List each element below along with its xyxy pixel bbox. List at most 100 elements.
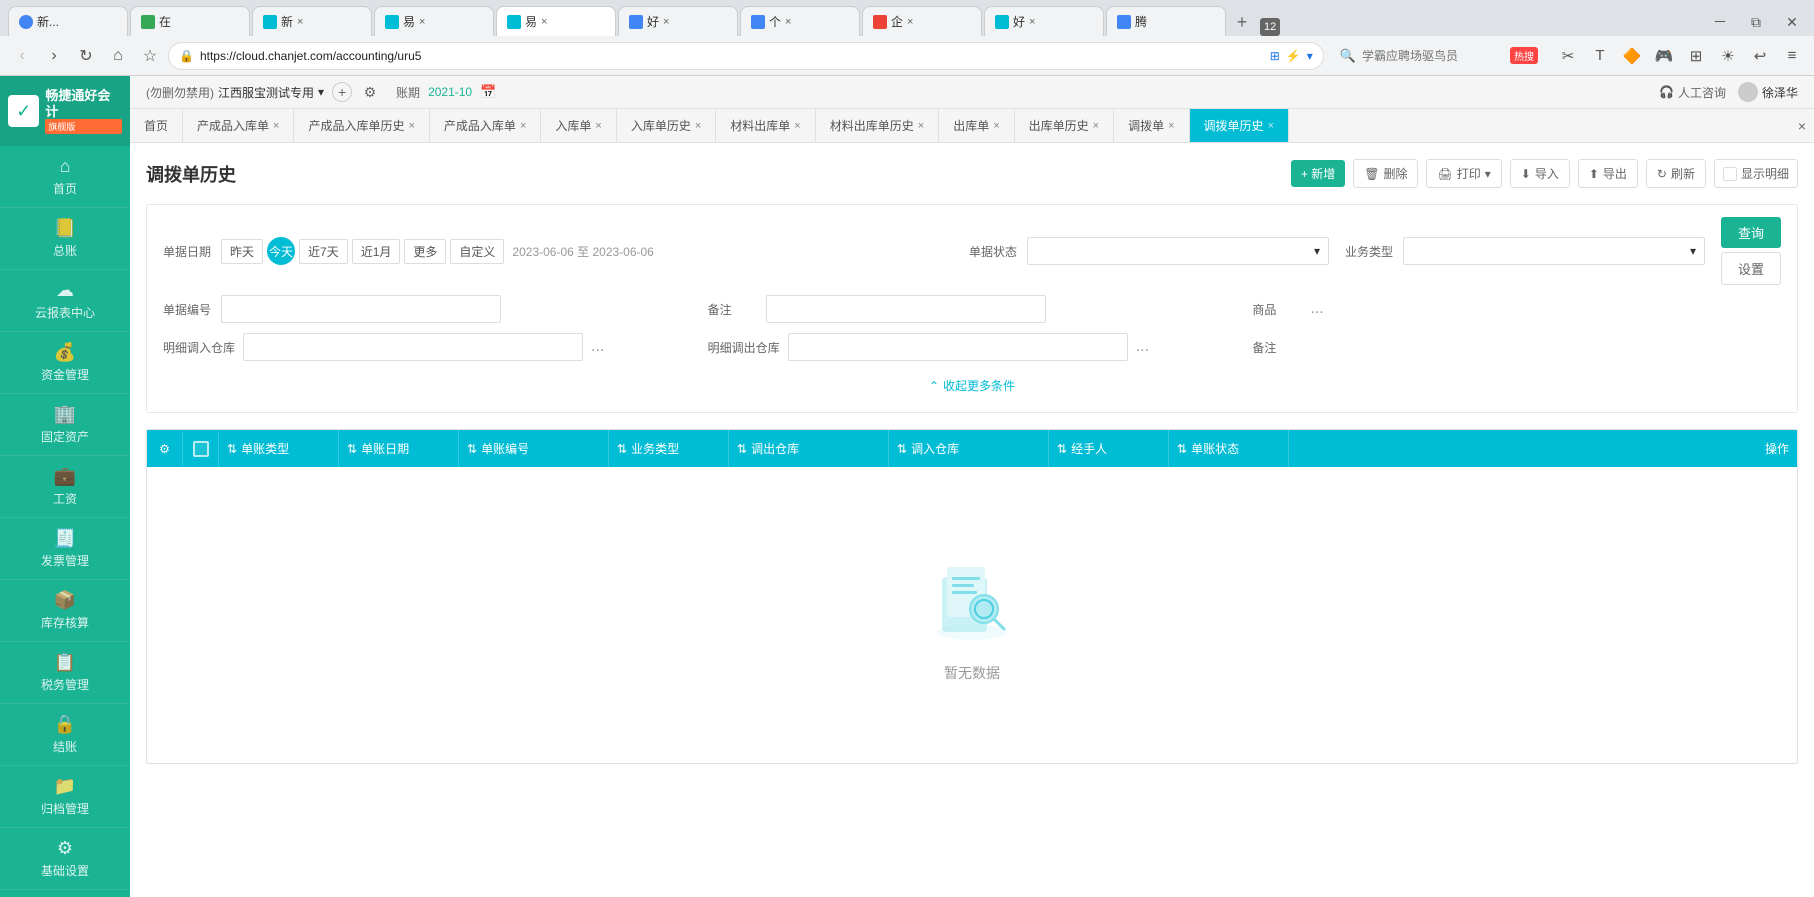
browser-tab-9[interactable]: 好 × — [984, 6, 1104, 36]
minimize-button[interactable]: － — [1706, 8, 1734, 36]
th-type[interactable]: ⇅ 单账类型 — [219, 430, 339, 467]
page-tab-3[interactable]: 产成品入库单 × — [430, 109, 541, 142]
sidebar-item-basic[interactable]: ⚙ 基础设置 — [0, 828, 130, 890]
close-all-button[interactable]: × — [1790, 110, 1814, 142]
out-warehouse-input[interactable] — [788, 333, 1128, 361]
page-tab-11[interactable]: 调拨单历史 × — [1190, 109, 1289, 142]
tab-11-close[interactable]: × — [1268, 120, 1274, 132]
new-tab-button[interactable]: + — [1228, 8, 1256, 36]
page-tab-home[interactable]: 首页 — [130, 109, 183, 142]
import-button[interactable]: ⬇ 导入 — [1510, 159, 1570, 188]
page-tab-5[interactable]: 入库单历史 × — [617, 109, 716, 142]
settings-gear-icon[interactable]: ⚙ — [360, 82, 380, 102]
biz-type-select[interactable]: ▾ — [1403, 237, 1705, 265]
extension-icon[interactable]: 🔶 — [1618, 42, 1646, 70]
sidebar-item-home[interactable]: ⌂ 首页 — [0, 146, 130, 208]
user-info[interactable]: 徐泽华 — [1738, 82, 1798, 102]
tab-9-close[interactable]: × — [1093, 120, 1099, 132]
note-input[interactable] — [766, 295, 1046, 323]
page-tab-6[interactable]: 材料出库单 × — [716, 109, 815, 142]
add-company-button[interactable]: + — [332, 82, 352, 102]
tab-4-close[interactable]: × — [595, 120, 601, 132]
tab-5-close[interactable]: × — [695, 120, 701, 132]
th-date[interactable]: ⇅ 单账日期 — [339, 430, 459, 467]
print-button[interactable]: 🖨 打印 ▾ — [1426, 159, 1501, 188]
sidebar-item-invoice[interactable]: 🧾 发票管理 — [0, 518, 130, 580]
display-button[interactable]: 显示明细 — [1714, 159, 1798, 188]
address-bar[interactable]: 🔒 https://cloud.chanjet.com/accounting/u… — [168, 42, 1324, 70]
tab-5-close[interactable]: × — [541, 16, 547, 28]
menu-icon[interactable]: ≡ — [1778, 42, 1806, 70]
help-button[interactable]: 🎧 人工咨询 — [1659, 84, 1726, 101]
th-check[interactable] — [183, 431, 219, 467]
translate-icon[interactable]: T — [1586, 42, 1614, 70]
forward-button[interactable]: › — [40, 42, 68, 70]
page-tab-4[interactable]: 入库单 × — [541, 109, 616, 142]
sidebar-item-tax[interactable]: 📋 税务管理 — [0, 642, 130, 704]
tab-10-close[interactable]: × — [1168, 120, 1174, 132]
yesterday-btn[interactable]: 昨天 — [221, 239, 263, 264]
th-status[interactable]: ⇅ 单账状态 — [1169, 430, 1289, 467]
more-btn[interactable]: 更多 — [404, 239, 446, 264]
export-button[interactable]: ⬆ 导出 — [1578, 159, 1638, 188]
refresh-browser-button[interactable]: ↻ — [72, 42, 100, 70]
th-number[interactable]: ⇅ 单账编号 — [459, 430, 609, 467]
browser-tab-1[interactable]: 新... — [8, 6, 128, 36]
browser-tab-3[interactable]: 新 × — [252, 6, 372, 36]
last-month-btn[interactable]: 近1月 — [352, 239, 401, 264]
sidebar-item-archive[interactable]: 📁 归档管理 — [0, 766, 130, 828]
tab-1-close[interactable]: × — [273, 120, 279, 132]
brightness-icon[interactable]: ☀ — [1714, 42, 1742, 70]
undo-icon[interactable]: ↩ — [1746, 42, 1774, 70]
th-in[interactable]: ⇅ 调入仓库 — [889, 430, 1049, 467]
tab-3-close[interactable]: × — [297, 16, 303, 28]
last7-btn[interactable]: 近7天 — [299, 239, 348, 264]
grid2-icon[interactable]: ⊞ — [1682, 42, 1710, 70]
sidebar-item-assets[interactable]: 🏢 固定资产 — [0, 394, 130, 456]
refresh-button[interactable]: ↻ 刷新 — [1646, 159, 1706, 188]
sidebar-item-ledger[interactable]: 📒 总账 — [0, 208, 130, 270]
th-out[interactable]: ⇅ 调出仓库 — [729, 430, 889, 467]
out-warehouse-dots[interactable]: ... — [1136, 338, 1149, 356]
page-tab-7[interactable]: 材料出库单历史 × — [816, 109, 939, 142]
page-tab-1[interactable]: 产成品入库单 × — [183, 109, 294, 142]
bookmark-button[interactable]: ☆ — [136, 42, 164, 70]
tab-3-close[interactable]: × — [520, 120, 526, 132]
custom-btn[interactable]: 自定义 — [450, 239, 504, 264]
page-tab-9[interactable]: 出库单历史 × — [1015, 109, 1114, 142]
delete-button[interactable]: 🗑 删除 — [1353, 159, 1418, 188]
goods-dots[interactable]: ... — [1310, 300, 1323, 318]
query-button[interactable]: 查询 — [1721, 217, 1781, 248]
restore-button[interactable]: ⧉ — [1742, 8, 1770, 36]
in-warehouse-input[interactable] — [243, 333, 583, 361]
browser-tab-4[interactable]: 易 × — [374, 6, 494, 36]
today-btn[interactable]: 今天 — [267, 237, 295, 265]
browser-tab-10[interactable]: 腾 — [1106, 6, 1226, 36]
home-browser-button[interactable]: ⌂ — [104, 42, 132, 70]
game-icon[interactable]: 🎮 — [1650, 42, 1678, 70]
sidebar-item-reports[interactable]: ☁ 云报表中心 — [0, 270, 130, 332]
tab-9-close[interactable]: × — [1029, 16, 1035, 28]
browser-tab-6[interactable]: 好 × — [618, 6, 738, 36]
th-handler[interactable]: ⇅ 经手人 — [1049, 430, 1169, 467]
browser-tab-5[interactable]: 易 × — [496, 6, 616, 36]
tab-7-close[interactable]: × — [785, 16, 791, 28]
tab-4-close[interactable]: × — [419, 16, 425, 28]
tab-8-close[interactable]: × — [907, 16, 913, 28]
page-tab-2[interactable]: 产成品入库单历史 × — [294, 109, 429, 142]
collapse-button[interactable]: ⌃ 收起更多条件 — [163, 371, 1781, 400]
header-checkbox[interactable] — [193, 441, 209, 457]
tab-6-close[interactable]: × — [794, 120, 800, 132]
new-button[interactable]: + 新增 — [1291, 160, 1345, 187]
company-selector[interactable]: (勿删勿禁用) 江西服宝测试专用 ▾ — [146, 84, 324, 101]
browser-tab-8[interactable]: 企 × — [862, 6, 982, 36]
page-tab-8[interactable]: 出库单 × — [939, 109, 1014, 142]
tab-8-close[interactable]: × — [993, 120, 999, 132]
in-warehouse-dots[interactable]: ... — [591, 338, 604, 356]
browser-tab-2[interactable]: 在 — [130, 6, 250, 36]
doc-number-input[interactable] — [221, 295, 501, 323]
close-browser-button[interactable]: ✕ — [1778, 8, 1806, 36]
page-tab-10[interactable]: 调拨单 × — [1114, 109, 1189, 142]
sidebar-item-guide[interactable]: 📖 新手引导 — [0, 890, 130, 897]
browser-tab-7[interactable]: 个 × — [740, 6, 860, 36]
